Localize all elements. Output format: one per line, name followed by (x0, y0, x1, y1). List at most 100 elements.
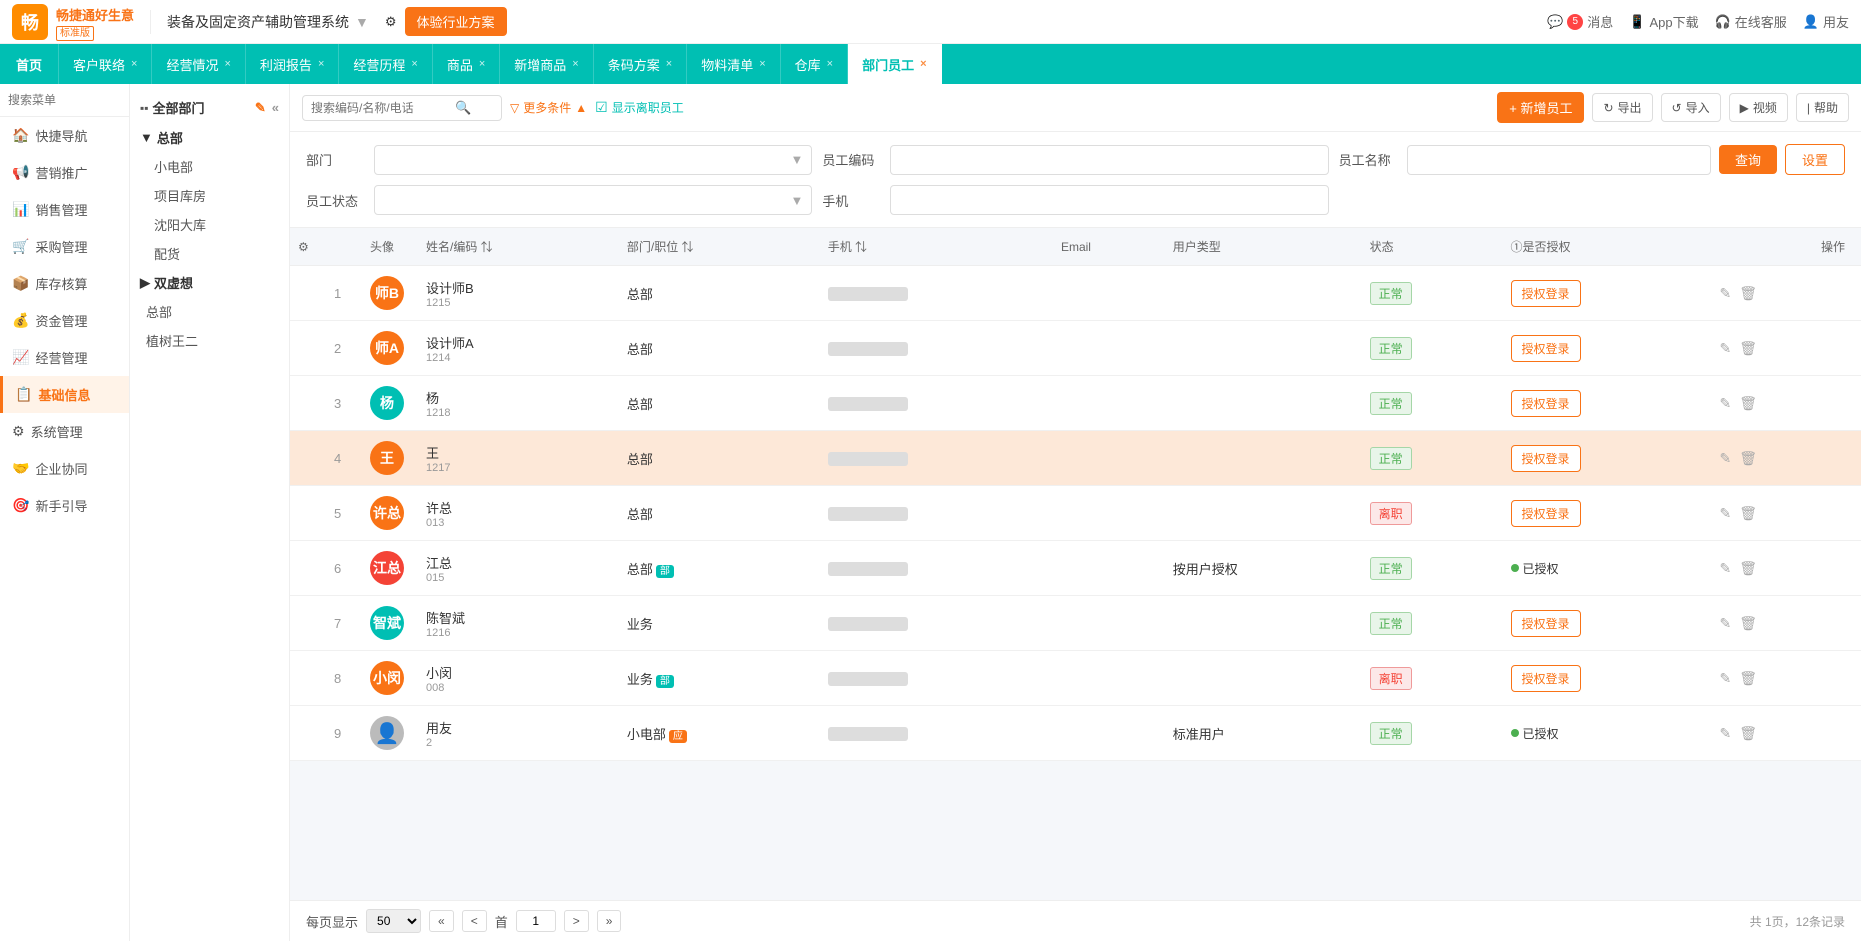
row-status: 正常 (1362, 596, 1503, 651)
status-badge: 正常 (1370, 337, 1412, 360)
tab-goods[interactable]: 商品 × (433, 44, 500, 84)
sidebar-item-quicknav[interactable]: 🏠 快捷导航 (0, 117, 129, 154)
edit-icon[interactable]: ✎ (1720, 340, 1732, 357)
sidebar-item-purchase[interactable]: 🛒 采购管理 (0, 228, 129, 265)
page-input[interactable] (516, 910, 556, 932)
filter-dept-select[interactable]: ▼ (374, 145, 812, 175)
set-btn[interactable]: 设置 (1785, 144, 1845, 175)
prev-page-btn[interactable]: < (462, 910, 487, 932)
edit-icon[interactable]: ✎ (1720, 670, 1732, 687)
show-dimission-checkbox[interactable]: ☑ 显示离职员工 (595, 99, 684, 116)
delete-icon[interactable]: 🗑 (1739, 285, 1757, 302)
filter-status-select[interactable]: ▼ (374, 185, 812, 215)
dept-collapse-icon[interactable]: « (272, 100, 279, 116)
dept-panel: ▪▪ 全部部门 ✎ « ▼ 总部 小电部 项目库房 沈阳大库 (130, 84, 290, 941)
auth-btn[interactable]: 授权登录 (1511, 610, 1581, 637)
filter-btn[interactable]: ▽ 更多条件 ▲ (510, 99, 587, 116)
auth-btn[interactable]: 授权登录 (1511, 280, 1581, 307)
export-btn[interactable]: ↻ 导出 (1592, 93, 1652, 122)
sidebar-item-collab[interactable]: 🤝 企业协同 (0, 450, 129, 487)
tab-history[interactable]: 经营历程 × (339, 44, 432, 84)
auth-btn[interactable]: 授权登录 (1511, 390, 1581, 417)
edit-icon[interactable]: ✎ (1720, 560, 1732, 577)
col-settings[interactable]: ⚙ (290, 228, 326, 266)
tab-warehouse[interactable]: 仓库 × (781, 44, 848, 84)
first-page-btn[interactable]: « (429, 910, 454, 932)
tab-barcode[interactable]: 条码方案 × (594, 44, 687, 84)
dept-group-shuangxu[interactable]: ▶ 双虚想 (130, 268, 289, 297)
filter-empcode-input[interactable] (890, 145, 1328, 175)
message-btn[interactable]: 💬 5 消息 (1547, 12, 1613, 31)
row-auth: 授权登录 (1503, 596, 1712, 651)
auth-btn[interactable]: 授权登录 (1511, 500, 1581, 527)
edit-icon[interactable]: ✎ (1720, 725, 1732, 742)
sidebar-item-finance[interactable]: 💰 资金管理 (0, 302, 129, 339)
delete-icon[interactable]: 🗑 (1739, 725, 1757, 742)
delete-icon[interactable]: 🗑 (1739, 340, 1757, 357)
query-btn[interactable]: 查询 (1719, 145, 1777, 174)
col-phone[interactable]: 手机 ⇅ (820, 228, 1053, 266)
settings-icon[interactable]: ⚙ (385, 14, 397, 30)
dept-item-peihuo[interactable]: 配货 (130, 239, 289, 268)
row-dept: 小电部应 (619, 706, 820, 761)
tab-home[interactable]: 首页 (0, 44, 59, 84)
user-avatar[interactable]: 👤 用友 (1803, 12, 1849, 31)
sidebar-item-inventory[interactable]: 📦 库存核算 (0, 265, 129, 302)
search-input[interactable] (311, 101, 451, 115)
sidebar-item-system[interactable]: ⚙ 系统管理 (0, 413, 129, 450)
next-page-btn[interactable]: > (564, 910, 589, 932)
help-btn[interactable]: | 帮助 (1796, 93, 1849, 122)
col-name[interactable]: 姓名/编码 ⇅ (418, 228, 619, 266)
edit-icon[interactable]: ✎ (1720, 450, 1732, 467)
edit-icon[interactable]: ✎ (1720, 505, 1732, 522)
view-btn[interactable]: ▶ 视频 (1729, 93, 1788, 122)
sidebar-item-guide[interactable]: 🎯 新手引导 (0, 487, 129, 524)
edit-icon[interactable]: ✎ (1720, 395, 1732, 412)
sidebar-item-basic[interactable]: 📋 基础信息 (0, 376, 129, 413)
edit-icon[interactable]: ✎ (1720, 615, 1732, 632)
tab-bom[interactable]: 物料清单 × (687, 44, 780, 84)
filter-phone-input[interactable] (890, 185, 1328, 215)
row-no: 6 (326, 541, 362, 596)
dept-item-project[interactable]: 项目库房 (130, 181, 289, 210)
last-page-btn[interactable]: » (597, 910, 622, 932)
row-no: 3 (326, 376, 362, 431)
dept-edit-icon[interactable]: ✎ (255, 100, 266, 116)
col-dept[interactable]: 部门/职位 ⇅ (619, 228, 820, 266)
edit-icon[interactable]: ✎ (1720, 285, 1732, 302)
tab-customer[interactable]: 客户联络 × (59, 44, 152, 84)
online-service-btn[interactable]: 🎧 在线客服 (1715, 12, 1787, 31)
sidebar-item-marketing[interactable]: 📢 营销推广 (0, 154, 129, 191)
per-page-select[interactable]: 50 20 100 (366, 909, 421, 933)
dept-group-zongbu[interactable]: ▼ 总部 (130, 123, 289, 152)
dept-item-xiaodiandept[interactable]: 小电部 (130, 152, 289, 181)
delete-icon[interactable]: 🗑 (1739, 615, 1757, 632)
auth-btn[interactable]: 授权登录 (1511, 445, 1581, 472)
add-employee-btn[interactable]: + 新增员工 (1497, 92, 1584, 123)
tab-dept-staff[interactable]: 部门员工 × (848, 44, 941, 84)
delete-icon[interactable]: 🗑 (1739, 505, 1757, 522)
try-btn[interactable]: 体验行业方案 (405, 7, 507, 36)
sidebar-search-input[interactable] (8, 93, 130, 107)
auth-btn[interactable]: 授权登录 (1511, 665, 1581, 692)
dept-item-shenyang[interactable]: 沈阳大库 (130, 210, 289, 239)
delete-icon[interactable]: 🗑 (1739, 450, 1757, 467)
tab-new-goods[interactable]: 新增商品 × (500, 44, 593, 84)
filter-phone-row: 手机 (822, 185, 1328, 215)
delete-icon[interactable]: 🗑 (1739, 670, 1757, 687)
row-settings-icon (290, 486, 326, 541)
sidebar-item-mgmt[interactable]: 📈 经营管理 (0, 339, 129, 376)
pagination: 每页显示 50 20 100 « < 首 > » 共 1页，12条记录 (290, 900, 1861, 941)
app-download-btn[interactable]: 📱 App下载 (1629, 12, 1698, 31)
import-btn[interactable]: ↺ 导入 (1661, 93, 1721, 122)
delete-icon[interactable]: 🗑 (1739, 395, 1757, 412)
filter-empname-input[interactable] (1407, 145, 1711, 175)
auth-btn[interactable]: 授权登录 (1511, 335, 1581, 362)
tab-operation[interactable]: 经营情况 × (152, 44, 245, 84)
sidebar-item-sales[interactable]: 📊 销售管理 (0, 191, 129, 228)
dept-item-zongbu2[interactable]: 总部 (130, 297, 289, 326)
tab-profit[interactable]: 利润报告 × (246, 44, 339, 84)
dept-item-zhishu[interactable]: 植树王二 (130, 326, 289, 355)
filter-status-row: 员工状态 ▼ (306, 185, 812, 215)
delete-icon[interactable]: 🗑 (1739, 560, 1757, 577)
